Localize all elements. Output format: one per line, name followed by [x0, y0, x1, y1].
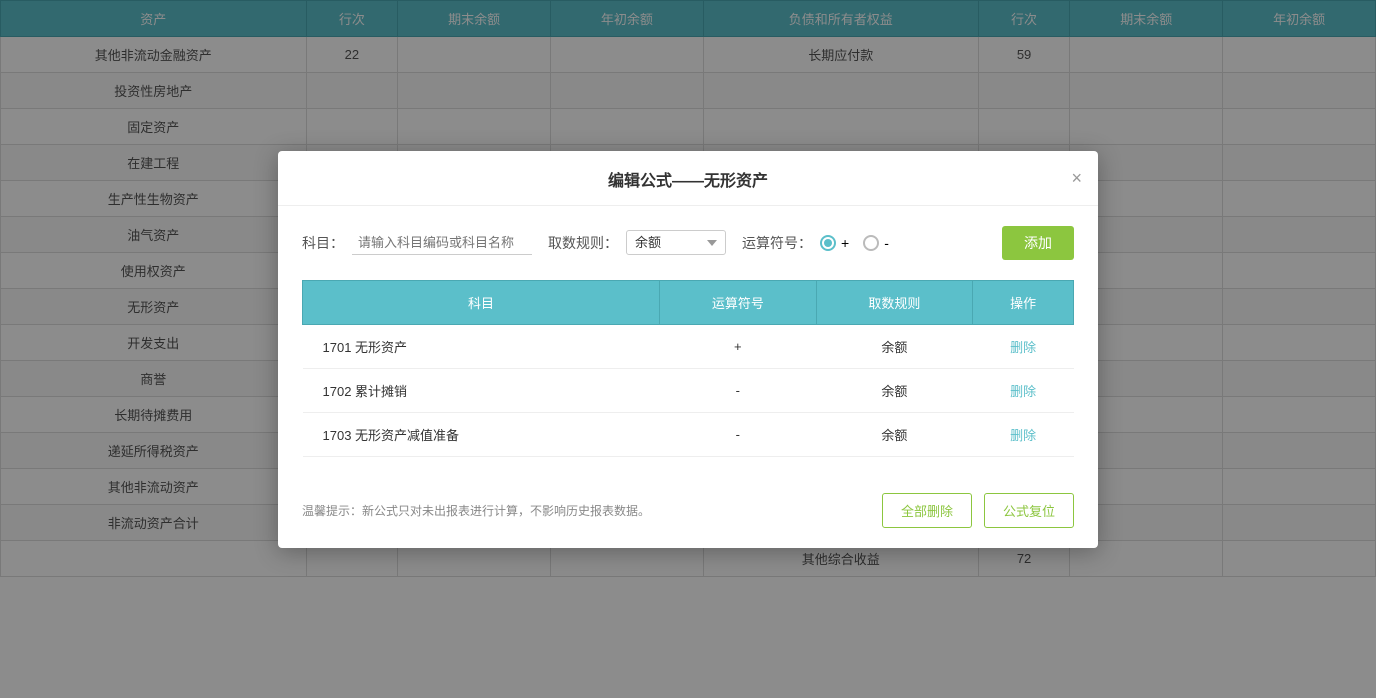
col-subject: 科目	[303, 280, 660, 324]
footer-buttons: 全部删除 公式复位	[882, 493, 1074, 528]
formula-row: 1702 累计摊销-余额 删除	[303, 368, 1074, 412]
col-action: 操作	[973, 280, 1074, 324]
modal-title: 编辑公式——无形资产	[608, 173, 768, 190]
add-button[interactable]: 添加	[1002, 226, 1074, 260]
footer-tip: 温馨提示：新公式只对未出报表进行计算，不影响历史报表数据。	[302, 502, 650, 519]
modal-body: 科目： 取数规则： 余额 借方发生额 贷方发生额 运算符号：	[278, 206, 1098, 477]
formula-rule: 余额	[816, 324, 973, 368]
radio-minus-circle	[863, 235, 879, 251]
col-rule: 取数规则	[816, 280, 973, 324]
formula-operator: -	[660, 368, 817, 412]
radio-minus[interactable]: -	[863, 235, 889, 251]
radio-plus[interactable]: +	[820, 235, 849, 251]
subject-field-wrap: 科目：	[302, 231, 532, 255]
delete-all-button[interactable]: 全部删除	[882, 493, 972, 528]
formula-row: 1703 无形资产减值准备-余额 删除	[303, 412, 1074, 456]
reset-formula-button[interactable]: 公式复位	[984, 493, 1074, 528]
modal-overlay: 编辑公式——无形资产 × 科目： 取数规则： 余额 借方发生额 贷方发生额	[0, 0, 1376, 698]
modal-footer: 温馨提示：新公式只对未出报表进行计算，不影响历史报表数据。 全部删除 公式复位	[278, 477, 1098, 548]
delete-row-button[interactable]: 删除	[1010, 425, 1036, 444]
subject-label: 科目：	[302, 233, 344, 253]
formula-subject: 1703 无形资产减值准备	[303, 412, 660, 456]
modal-close-button[interactable]: ×	[1071, 169, 1082, 187]
formula-action: 删除	[973, 412, 1074, 456]
formula-operator: -	[660, 412, 817, 456]
col-operator: 运算符号	[660, 280, 817, 324]
delete-row-button[interactable]: 删除	[1010, 337, 1036, 356]
operator-label: 运算符号：	[742, 233, 812, 253]
form-row: 科目： 取数规则： 余额 借方发生额 贷方发生额 运算符号：	[302, 226, 1074, 260]
operator-field-wrap: 运算符号： + -	[742, 233, 889, 253]
delete-row-button[interactable]: 删除	[1010, 381, 1036, 400]
rule-field-wrap: 取数规则： 余额 借方发生额 贷方发生额	[548, 230, 726, 255]
radio-plus-circle	[820, 235, 836, 251]
formula-operator: +	[660, 324, 817, 368]
formula-action: 删除	[973, 324, 1074, 368]
rule-select-wrap: 余额 借方发生额 贷方发生额	[626, 230, 726, 255]
formula-rule: 余额	[816, 368, 973, 412]
modal-header: 编辑公式——无形资产 ×	[278, 151, 1098, 206]
radio-minus-label: -	[884, 235, 889, 251]
formula-subject: 1702 累计摊销	[303, 368, 660, 412]
modal-dialog: 编辑公式——无形资产 × 科目： 取数规则： 余额 借方发生额 贷方发生额	[278, 151, 1098, 548]
formula-row: 1701 无形资产+余额 删除	[303, 324, 1074, 368]
formula-subject: 1701 无形资产	[303, 324, 660, 368]
formula-rule: 余额	[816, 412, 973, 456]
formula-action: 删除	[973, 368, 1074, 412]
rule-select[interactable]: 余额 借方发生额 贷方发生额	[626, 230, 726, 255]
formula-table: 科目 运算符号 取数规则 操作 1701 无形资产+余额删除1702 累计摊销-…	[302, 280, 1074, 457]
rule-label: 取数规则：	[548, 233, 618, 253]
operator-radio-group: + -	[820, 235, 889, 251]
subject-input[interactable]	[352, 231, 532, 255]
radio-plus-label: +	[841, 235, 849, 251]
